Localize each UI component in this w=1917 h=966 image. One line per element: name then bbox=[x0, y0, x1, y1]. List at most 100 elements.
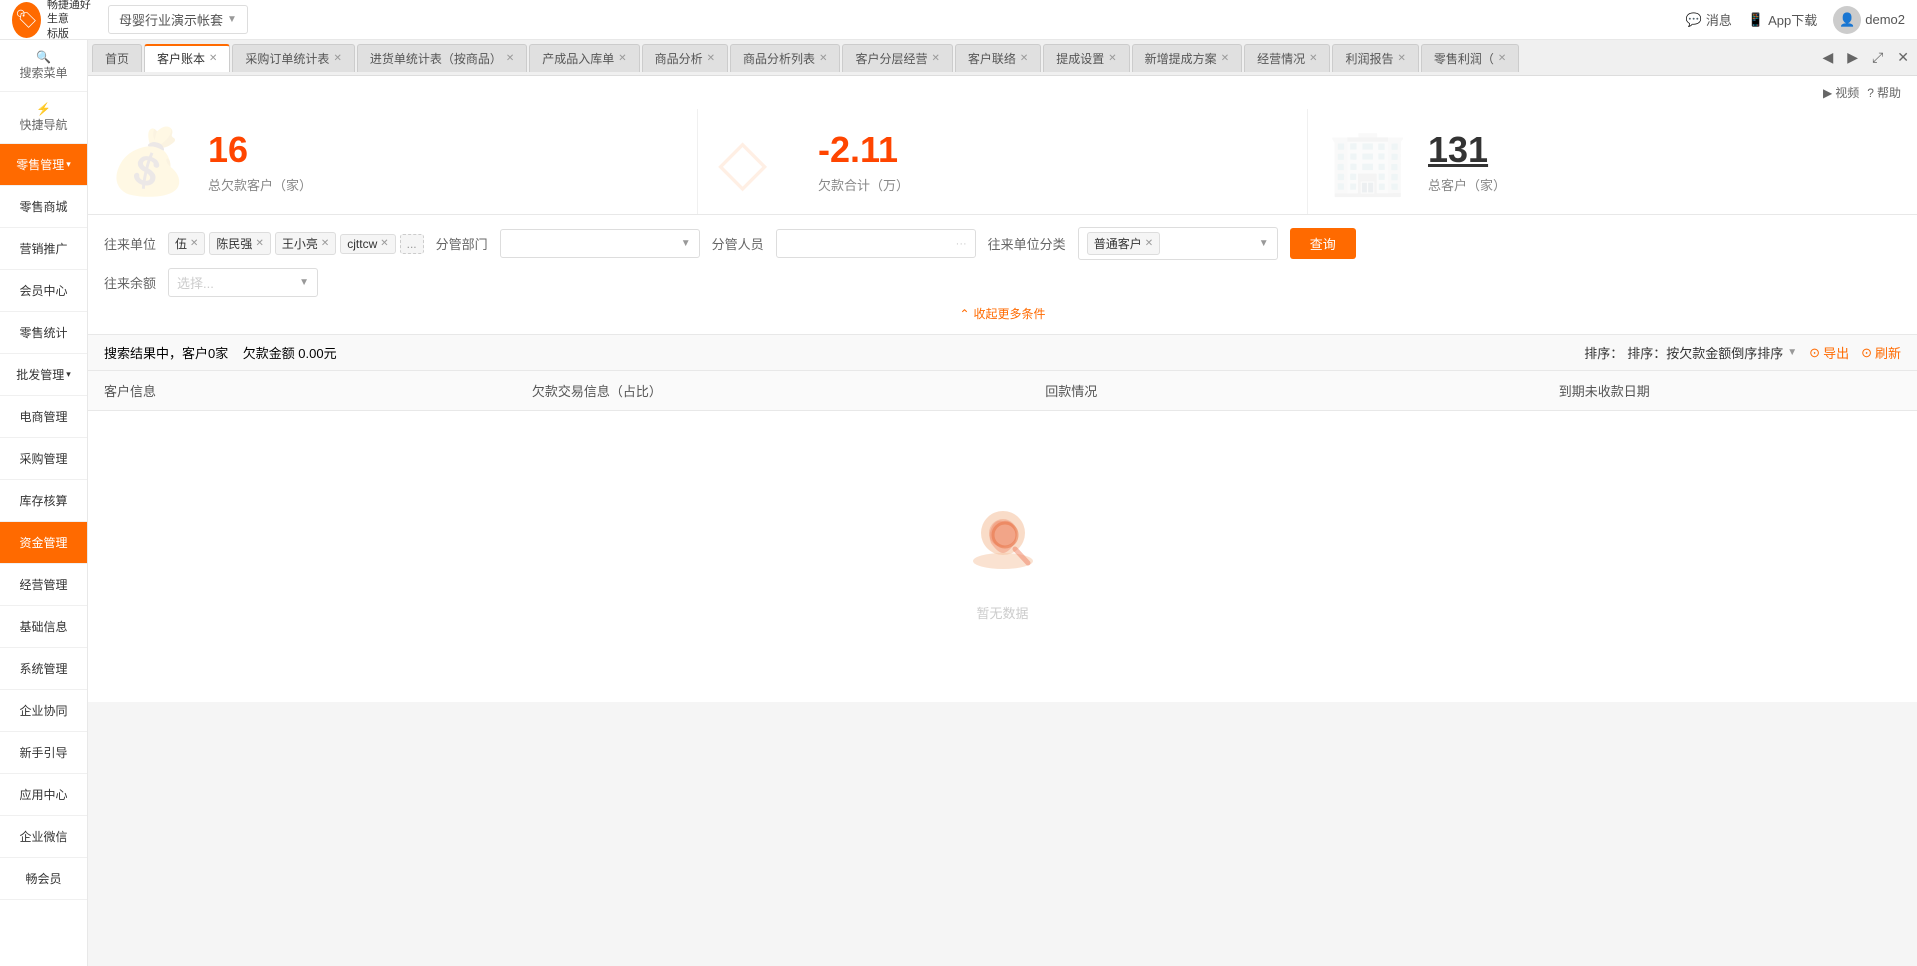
tab-close-icon[interactable]: ✕ bbox=[1108, 53, 1116, 64]
tab-retail-profit[interactable]: 零售利润（ ✕ bbox=[1421, 44, 1519, 72]
filter-select-person[interactable]: ··· bbox=[776, 229, 976, 258]
sidebar-search[interactable]: 🔍 搜索菜单 bbox=[0, 40, 87, 92]
tab-commission-settings[interactable]: 提成设置 ✕ bbox=[1043, 44, 1129, 72]
sidebar-item-system-mgmt[interactable]: 系统管理 bbox=[0, 648, 87, 690]
sidebar-item-retail-mgmt[interactable]: 零售管理 ▾ bbox=[0, 144, 87, 186]
filter-select-balance[interactable]: 选择... ▼ bbox=[168, 268, 318, 297]
user-menu[interactable]: 👤 demo2 bbox=[1833, 6, 1905, 34]
tab-customer-ledger[interactable]: 客户账本 ✕ bbox=[144, 44, 230, 72]
sidebar-item-newbie-guide[interactable]: 新手引导 bbox=[0, 732, 87, 774]
tab-customer-contact[interactable]: 客户联络 ✕ bbox=[955, 44, 1041, 72]
video-help-btn[interactable]: ▶ 视频 bbox=[1823, 84, 1859, 101]
table-header: 客户信息 欠款交易信息（占比） 回款情况 到期未收款日期 bbox=[88, 371, 1917, 411]
filter-tag-cjttcw[interactable]: cjttcw ✕ bbox=[340, 234, 395, 254]
sidebar-item-retail-stats[interactable]: 零售统计 bbox=[0, 312, 87, 354]
tab-close-icon[interactable]: ✕ bbox=[209, 53, 217, 64]
sidebar-item-ecommerce[interactable]: 电商管理 bbox=[0, 396, 87, 438]
tab-close-icon[interactable]: ✕ bbox=[1398, 53, 1406, 64]
sidebar-item-finance-mgmt[interactable]: 资金管理 bbox=[0, 522, 87, 564]
tab-close-all-icon[interactable]: ✕ bbox=[1893, 47, 1913, 68]
filter-tag-wangxiaoliang[interactable]: 王小亮 ✕ bbox=[275, 232, 336, 255]
sidebar-item-marketing[interactable]: 营销推广 bbox=[0, 228, 87, 270]
sidebar-item-inventory[interactable]: 库存核算 bbox=[0, 480, 87, 522]
export-btn[interactable]: ⊙ 导出 bbox=[1809, 343, 1849, 362]
tab-maximize-icon[interactable]: ⤢ bbox=[1868, 47, 1887, 68]
tab-close-icon[interactable]: ✕ bbox=[1498, 53, 1506, 64]
tab-scroll-right-icon[interactable]: ▶ bbox=[1843, 47, 1862, 68]
tab-close-icon[interactable]: ✕ bbox=[333, 53, 341, 64]
filter-label-balance: 往来余额 bbox=[104, 273, 156, 292]
stat-label-total-customers: 总客户（家） bbox=[1428, 175, 1506, 194]
balance-dropdown-icon: ▼ bbox=[299, 277, 309, 288]
sidebar-item-member-center[interactable]: 会员中心 bbox=[0, 270, 87, 312]
tab-add-commission-plan[interactable]: 新增提成方案 ✕ bbox=[1132, 44, 1242, 72]
remove-tag-chenminqiang-icon[interactable]: ✕ bbox=[255, 238, 263, 249]
tab-close-icon[interactable]: ✕ bbox=[1221, 53, 1229, 64]
result-actions: 排序： 排序：按欠款金额倒序排序 ▼ ⊙ 导出 ⊙ 刷新 bbox=[1584, 343, 1901, 362]
tab-product-analysis-list[interactable]: 商品分析列表 ✕ bbox=[730, 44, 840, 72]
remove-tag-cjttcw-icon[interactable]: ✕ bbox=[380, 238, 388, 249]
tab-customer-tier[interactable]: 客户分层经营 ✕ bbox=[842, 44, 952, 72]
sidebar-item-wholesale-mgmt[interactable]: 批发管理 ▾ bbox=[0, 354, 87, 396]
remove-tag-wangxiaoliang-icon[interactable]: ✕ bbox=[321, 238, 329, 249]
sidebar-item-app-center[interactable]: 应用中心 bbox=[0, 774, 87, 816]
stat-total-debt-customers: 💰 16 总欠款客户（家） bbox=[88, 109, 698, 214]
tab-purchase-goods-stats[interactable]: 进货单统计表（按商品） ✕ bbox=[357, 44, 527, 72]
sidebar-item-business-mgmt[interactable]: 经营管理 bbox=[0, 564, 87, 606]
tab-business-situation[interactable]: 经营情况 ✕ bbox=[1244, 44, 1330, 72]
filter-tag-normal-customer[interactable]: 普通客户 ✕ bbox=[1087, 232, 1160, 255]
stat-label-debt-customers: 总欠款客户（家） bbox=[208, 175, 312, 194]
sidebar-item-purchase-mgmt[interactable]: 采购管理 bbox=[0, 438, 87, 480]
sidebar-item-basic-info[interactable]: 基础信息 bbox=[0, 606, 87, 648]
remove-tag-wu-icon[interactable]: ✕ bbox=[190, 238, 198, 249]
refresh-btn[interactable]: ⊙ 刷新 bbox=[1861, 343, 1901, 362]
filter-tag-chenminqiang[interactable]: 陈民强 ✕ bbox=[209, 232, 270, 255]
tab-product-analysis[interactable]: 商品分析 ✕ bbox=[642, 44, 728, 72]
table-container: 客户信息 欠款交易信息（占比） 回款情况 到期未收款日期 bbox=[88, 371, 1917, 702]
app-download-btn[interactable]: 📱 App下载 bbox=[1748, 10, 1817, 29]
tab-close-icon[interactable]: ✕ bbox=[618, 53, 626, 64]
tab-close-icon[interactable]: ✕ bbox=[1020, 53, 1028, 64]
sidebar-item-enterprise-wechat[interactable]: 企业微信 bbox=[0, 816, 87, 858]
tab-close-icon[interactable]: ✕ bbox=[1309, 53, 1317, 64]
message-btn[interactable]: 💬 消息 bbox=[1686, 10, 1732, 29]
industry-selector[interactable]: 母婴行业演示帐套 ▼ bbox=[108, 5, 248, 34]
stats-row: 💰 16 总欠款客户（家） ◇ -2.11 欠款合计（万） bbox=[88, 109, 1917, 215]
filter-select-unit-class[interactable]: 普通客户 ✕ ▼ bbox=[1078, 227, 1278, 260]
chevron-icon: ▾ bbox=[66, 369, 71, 380]
tab-close-icon[interactable]: ✕ bbox=[819, 53, 827, 64]
tab-close-icon[interactable]: ✕ bbox=[506, 53, 514, 64]
unit-class-dropdown-icon: ▼ bbox=[1259, 238, 1269, 249]
collapse-filter-btn[interactable]: ⌃ 收起更多条件 bbox=[959, 305, 1045, 322]
tab-close-icon[interactable]: ✕ bbox=[931, 53, 939, 64]
sort-selector[interactable]: 排序： 排序：按欠款金额倒序排序 ▼ bbox=[1584, 343, 1797, 362]
search-result-text: 搜索结果中，客户0家 欠款金额 0.00元 bbox=[104, 343, 337, 362]
filter-area: 往来单位 伍 ✕ 陈民强 ✕ 王小亮 bbox=[88, 215, 1917, 335]
help-btn[interactable]: ? 帮助 bbox=[1867, 84, 1901, 101]
stat-total-customers: 🏢 131 总客户（家） bbox=[1308, 109, 1917, 214]
tab-scroll-left-icon[interactable]: ◀ bbox=[1819, 47, 1838, 68]
filter-tag-more[interactable]: ... bbox=[400, 234, 424, 254]
query-button[interactable]: 查询 bbox=[1290, 228, 1356, 259]
logo-icon: 🏷 bbox=[12, 2, 41, 38]
sidebar-item-chang-member[interactable]: 畅会员 bbox=[0, 858, 87, 900]
tab-product-inbound[interactable]: 产成品入库单 ✕ bbox=[529, 44, 639, 72]
tab-close-icon[interactable]: ✕ bbox=[707, 53, 715, 64]
video-icon: ▶ bbox=[1823, 86, 1832, 100]
sidebar-item-retail-mall[interactable]: 零售商城 bbox=[0, 186, 87, 228]
sidebar-item-enterprise-collab[interactable]: 企业协同 bbox=[0, 690, 87, 732]
tab-purchase-order-stats[interactable]: 采购订单统计表 ✕ bbox=[232, 44, 354, 72]
tab-profit-report[interactable]: 利润报告 ✕ bbox=[1332, 44, 1418, 72]
sort-dropdown-icon: ▼ bbox=[1787, 347, 1797, 358]
dept-dropdown-icon: ▼ bbox=[681, 238, 691, 249]
remove-tag-normal-customer-icon[interactable]: ✕ bbox=[1145, 238, 1153, 249]
export-icon: ⊙ bbox=[1809, 345, 1820, 361]
filter-select-dept[interactable]: ▼ bbox=[500, 229, 700, 258]
tab-home[interactable]: 首页 bbox=[92, 44, 142, 72]
stat-number-total-customers: 131 bbox=[1428, 129, 1506, 171]
sidebar-quick-nav[interactable]: ⚡ 快捷导航 bbox=[0, 92, 87, 144]
dropdown-arrow-icon: ▼ bbox=[227, 14, 237, 25]
filter-label-person: 分管人员 bbox=[712, 234, 764, 253]
col-header-repayment: 回款情况 bbox=[1045, 381, 1558, 400]
filter-tag-wu[interactable]: 伍 ✕ bbox=[168, 232, 205, 255]
